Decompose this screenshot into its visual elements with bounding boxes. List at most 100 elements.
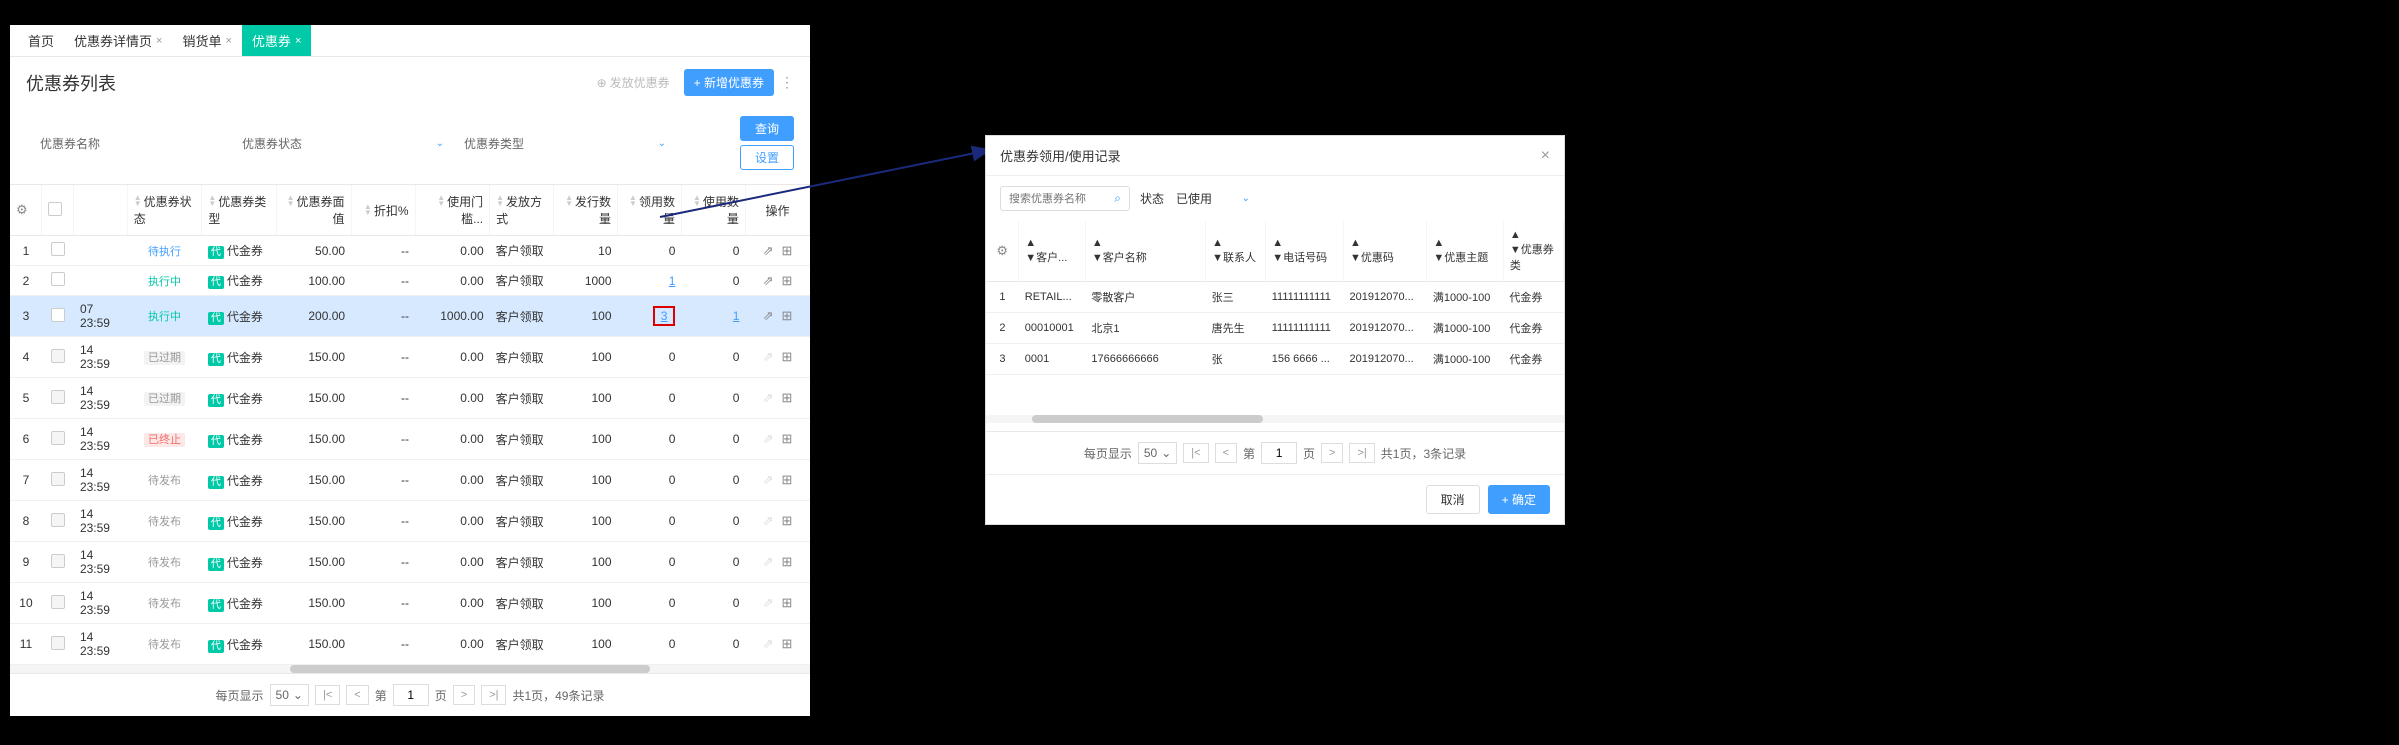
- qr-icon[interactable]: ⊞: [777, 390, 796, 405]
- share-icon[interactable]: ⇗: [759, 273, 778, 288]
- share-icon[interactable]: ⇗: [759, 308, 778, 323]
- mfirst-page-button[interactable]: |<: [1183, 443, 1208, 463]
- qr-icon[interactable]: ⊞: [777, 243, 796, 258]
- table-row[interactable]: 1待执行代代金券50.00--0.00客户领取1000⇗⊞: [10, 236, 810, 266]
- mpage-input[interactable]: [1261, 442, 1297, 464]
- mnext-page-button[interactable]: >: [1321, 443, 1343, 463]
- filter-status-select[interactable]: ⌄: [308, 134, 448, 153]
- modal-status-select[interactable]: 已使用 ⌄: [1170, 186, 1290, 211]
- next-page-button[interactable]: >: [453, 685, 475, 705]
- row-status: 待发布: [127, 460, 202, 501]
- row-threshold: 0.00: [415, 501, 490, 542]
- tab-优惠券[interactable]: 优惠券×: [242, 25, 311, 56]
- modal-filter-bar: ⌕ 状态 已使用 ⌄: [986, 176, 1564, 221]
- mper-page-select[interactable]: 50 ⌄: [1138, 442, 1177, 464]
- qr-icon[interactable]: ⊞: [777, 349, 796, 364]
- modal-search-box[interactable]: ⌕: [1000, 186, 1130, 211]
- close-icon[interactable]: ×: [225, 35, 231, 47]
- table-row[interactable]: 414 23:59已过期代代金券150.00--0.00客户领取10000⇗⊞: [10, 337, 810, 378]
- col-status[interactable]: 优惠券状态: [127, 185, 202, 236]
- qr-icon[interactable]: ⊞: [777, 308, 796, 323]
- mcol-type[interactable]: 优惠券类: [1503, 221, 1563, 282]
- table-row[interactable]: 2执行中代代金券100.00--0.00客户领取100010⇗⊞: [10, 266, 810, 296]
- page-input[interactable]: [393, 684, 429, 706]
- mrow-phone: 156 6666 ...: [1266, 344, 1344, 375]
- col-threshold[interactable]: 使用门槛...: [415, 185, 490, 236]
- tab-销货单[interactable]: 销货单×: [172, 25, 241, 56]
- filter-name-input[interactable]: [106, 132, 226, 155]
- row-time: 14 23:59: [74, 378, 127, 419]
- row-status: 已过期: [127, 378, 202, 419]
- modal-close-button[interactable]: ×: [1541, 147, 1550, 165]
- table-row[interactable]: 714 23:59待发布代代金券150.00--0.00客户领取10000⇗⊞: [10, 460, 810, 501]
- horizontal-scrollbar[interactable]: [10, 665, 810, 673]
- mcol-contact[interactable]: 联系人: [1206, 221, 1266, 282]
- mcol-name[interactable]: 客户名称: [1085, 221, 1205, 282]
- qr-icon[interactable]: ⊞: [777, 472, 796, 487]
- cancel-button[interactable]: 取消: [1426, 485, 1480, 514]
- last-page-button[interactable]: >|: [481, 685, 506, 705]
- mprev-page-button[interactable]: <: [1215, 443, 1237, 463]
- confirm-button[interactable]: 确定: [1488, 485, 1550, 514]
- tab-优惠券详情页[interactable]: 优惠券详情页×: [64, 25, 172, 56]
- modal-row[interactable]: 2 00010001 北京1 唐先生 11111111111 2019120​7…: [986, 313, 1564, 344]
- row-checkbox[interactable]: [51, 242, 65, 256]
- used-link[interactable]: 1: [733, 309, 740, 323]
- filter-type-select[interactable]: ⌄: [530, 134, 670, 153]
- modal-row[interactable]: 1 RETAIL... 零散客户 张三 11111111111 2019120​…: [986, 282, 1564, 313]
- row-checkbox[interactable]: [51, 272, 65, 286]
- mcol-gear[interactable]: [986, 221, 1019, 282]
- prev-page-button[interactable]: <: [346, 685, 368, 705]
- qr-icon[interactable]: ⊞: [777, 273, 796, 288]
- mcol-phone[interactable]: 电话号码: [1266, 221, 1344, 282]
- qr-icon[interactable]: ⊞: [777, 431, 796, 446]
- row-checkbox-cell: [42, 236, 74, 266]
- claimed-link[interactable]: 1: [669, 274, 676, 288]
- add-coupon-button[interactable]: 新增优惠券: [684, 69, 774, 96]
- qr-icon[interactable]: ⊞: [777, 554, 796, 569]
- table-row[interactable]: 514 23:59已过期代代金券150.00--0.00客户领取10000⇗⊞: [10, 378, 810, 419]
- modal-search-input[interactable]: [1009, 193, 1114, 205]
- col-checkbox[interactable]: [42, 185, 74, 236]
- table-row[interactable]: 914 23:59待发布代代金券150.00--0.00客户领取10000⇗⊞: [10, 542, 810, 583]
- table-row[interactable]: 614 23:59已终止代代金券150.00--0.00客户领取10000⇗⊞: [10, 419, 810, 460]
- share-icon[interactable]: ⇗: [759, 243, 778, 258]
- close-icon[interactable]: ×: [156, 35, 162, 47]
- col-discount[interactable]: 折扣%: [351, 185, 415, 236]
- settings-button[interactable]: 设置: [740, 145, 794, 170]
- col-type[interactable]: 优惠券类型: [202, 185, 277, 236]
- col-used[interactable]: 使用数量: [681, 185, 745, 236]
- col-claimed[interactable]: 领用数量: [618, 185, 682, 236]
- more-icon[interactable]: ⋮: [780, 74, 794, 91]
- table-row[interactable]: 814 23:59待发布代代金券150.00--0.00客户领取10000⇗⊞: [10, 501, 810, 542]
- qr-icon[interactable]: ⊞: [777, 595, 796, 610]
- col-gear[interactable]: [10, 185, 42, 236]
- row-method: 客户领取: [490, 501, 554, 542]
- table-row[interactable]: 1014 23:59待发布代代金券150.00--0.00客户领取10000⇗⊞: [10, 583, 810, 624]
- mcol-code[interactable]: 客户...: [1019, 221, 1086, 282]
- mcol-coupon[interactable]: 优惠码: [1344, 221, 1427, 282]
- qr-icon[interactable]: ⊞: [777, 636, 796, 651]
- modal-horizontal-scrollbar[interactable]: [986, 415, 1564, 423]
- mrow-contact: 唐先生: [1206, 313, 1266, 344]
- mrow-idx: 1: [986, 282, 1019, 313]
- per-page-select[interactable]: 50 ⌄: [270, 684, 309, 706]
- row-checkbox[interactable]: [51, 308, 65, 322]
- col-issued[interactable]: 发行数量: [554, 185, 618, 236]
- claimed-link[interactable]: 3: [661, 309, 668, 323]
- tab-首页[interactable]: 首页: [18, 25, 64, 56]
- col-value[interactable]: 优惠券面值: [276, 185, 351, 236]
- col-method[interactable]: 发放方式: [490, 185, 554, 236]
- checkbox-all[interactable]: [48, 202, 62, 216]
- close-icon[interactable]: ×: [295, 35, 301, 47]
- mlast-page-button[interactable]: >|: [1349, 443, 1374, 463]
- qr-icon[interactable]: ⊞: [777, 513, 796, 528]
- search-button[interactable]: 查询: [740, 116, 794, 141]
- modal-row[interactable]: 3 0001 17666666666 张 156 6666 ... 201912…: [986, 344, 1564, 375]
- first-page-button[interactable]: |<: [315, 685, 340, 705]
- table-row[interactable]: 1114 23:59待发布代代金券150.00--0.00客户领取10000⇗⊞: [10, 624, 810, 665]
- mcol-subject[interactable]: 优惠主题: [1427, 221, 1504, 282]
- issue-coupon-button[interactable]: ⊕ 发放优惠券: [589, 69, 678, 96]
- table-row[interactable]: 307 23:59执行中代代金券200.00--1000.00客户领取10031…: [10, 296, 810, 337]
- sort-icon: [134, 195, 142, 207]
